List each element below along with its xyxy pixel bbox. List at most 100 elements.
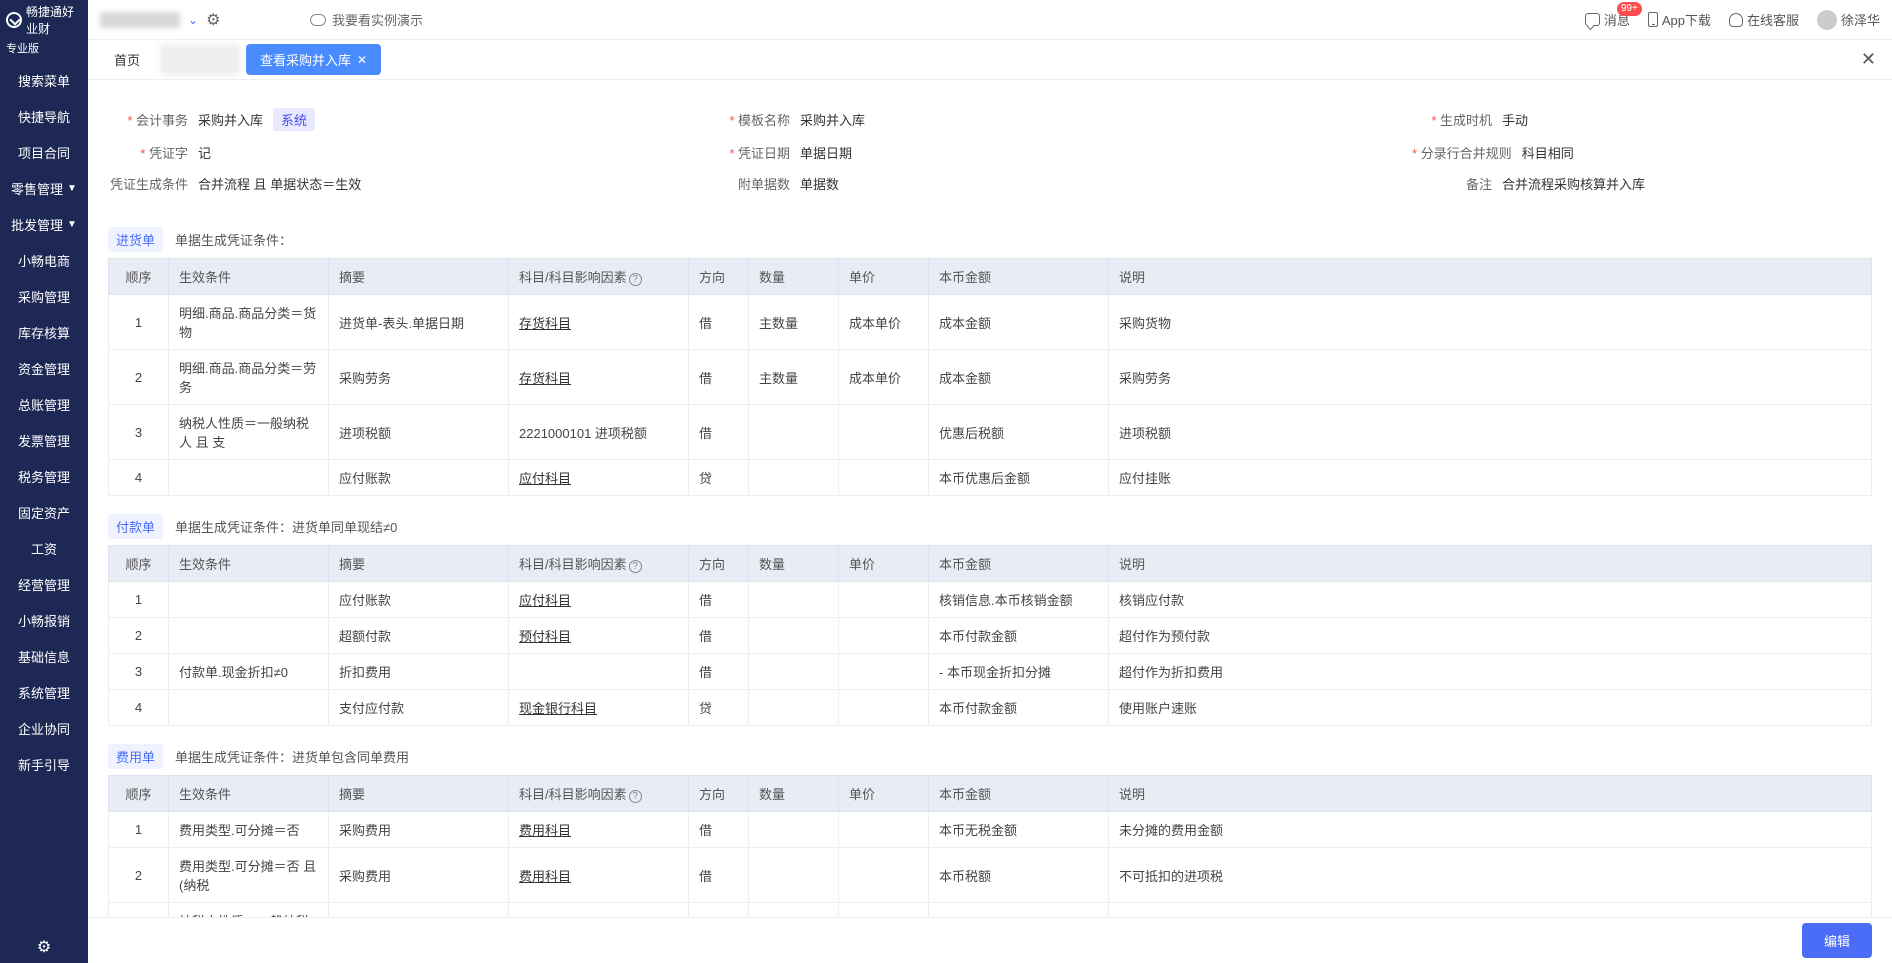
th-qty: 数量 [749, 259, 839, 295]
cell-cond: 明细.商品.商品分类＝劳务 [169, 350, 329, 405]
subject-link[interactable]: 应付科目 [519, 593, 571, 608]
nav-item-4[interactable]: 批发管理▼ [0, 206, 88, 242]
org-switcher[interactable]: ⌄ ⚙ [100, 10, 300, 30]
cell-seq: 3 [109, 654, 169, 690]
nav-item-15[interactable]: 小畅报销 [0, 602, 88, 638]
cell-direction: 借 [689, 405, 749, 460]
nav-item-7[interactable]: 库存核算 [0, 314, 88, 350]
cell-amount: 成本金额 [929, 350, 1109, 405]
user-menu[interactable]: 徐泽华 [1817, 10, 1880, 30]
cell-price [839, 690, 929, 726]
nav-item-19[interactable]: 新手引导 [0, 746, 88, 782]
cell-cond: 纳税人性质＝一般纳税人 且 支 [169, 405, 329, 460]
label-merge-rule: 分录行合并规则 [1412, 143, 1512, 162]
subject-link[interactable]: 存货科目 [519, 316, 571, 331]
close-all-tabs-icon[interactable]: ✕ [1857, 45, 1880, 74]
th-subject: 科目/科目影响因素? [509, 259, 689, 295]
caret-icon: ▼ [67, 219, 77, 230]
subject-link[interactable]: 费用科目 [519, 823, 571, 838]
nav-item-18[interactable]: 企业协同 [0, 710, 88, 746]
nav-item-1[interactable]: 快捷导航 [0, 98, 88, 134]
th-seq: 顺序 [109, 259, 169, 295]
nav-item-2[interactable]: 项目合同 [0, 134, 88, 170]
table-row: 4 应付账款 应付科目 贷 本币优惠后金额 应付挂账 [109, 460, 1872, 496]
cell-subject: 预付科目 [509, 618, 689, 654]
th-qty: 数量 [749, 546, 839, 582]
section-name: 进货单 [108, 227, 163, 252]
subject-link[interactable]: 费用科目 [519, 869, 571, 884]
cell-qty [749, 460, 839, 496]
th-amount: 本币金额 [929, 776, 1109, 812]
nav-item-11[interactable]: 税务管理 [0, 458, 88, 494]
cell-qty: 主数量 [749, 295, 839, 350]
messages-button[interactable]: 消息 99+ [1585, 10, 1630, 29]
cell-subject: 费用科目 [509, 848, 689, 903]
online-service-button[interactable]: 在线客服 [1729, 10, 1799, 29]
cell-seq: 4 [109, 690, 169, 726]
cell-amount: 本币无税金额 [929, 812, 1109, 848]
cell-desc: 核销应付款 [1109, 582, 1872, 618]
section-name: 费用单 [108, 744, 163, 769]
nav-item-12[interactable]: 固定资产 [0, 494, 88, 530]
content: 会计事务 采购并入库 系统 模板名称 采购并入库 生成时机 手动 [88, 80, 1892, 963]
cell-desc: 应付挂账 [1109, 460, 1872, 496]
th-summary: 摘要 [329, 546, 509, 582]
section-condition: 单据生成凭证条件：进货单同单现结≠0 [175, 517, 397, 536]
cell-summary: 支付应付款 [329, 690, 509, 726]
cell-amount: 本币税额 [929, 848, 1109, 903]
demo-link[interactable]: 我要看实例演示 [310, 10, 423, 29]
info-icon[interactable]: ? [629, 560, 642, 573]
subject-link[interactable]: 预付科目 [519, 629, 571, 644]
th-cond: 生效条件 [169, 546, 329, 582]
edit-button[interactable]: 编辑 [1802, 923, 1872, 958]
nav-item-10[interactable]: 发票管理 [0, 422, 88, 458]
nav-item-16[interactable]: 基础信息 [0, 638, 88, 674]
cell-direction: 借 [689, 618, 749, 654]
val-voucher-date: 单据日期 [800, 143, 852, 162]
cell-price [839, 654, 929, 690]
cell-subject [509, 654, 689, 690]
nav-item-8[interactable]: 资金管理 [0, 350, 88, 386]
cell-amount: 本币付款金额 [929, 690, 1109, 726]
table-row: 2 超额付款 预付科目 借 本币付款金额 超付作为预付款 [109, 618, 1872, 654]
subject-link[interactable]: 现金银行科目 [519, 701, 597, 716]
th-price: 单价 [839, 546, 929, 582]
tab-close-icon[interactable]: ✕ [357, 53, 367, 67]
table-row: 1 应付账款 应付科目 借 核销信息.本币核销金额 核销应付款 [109, 582, 1872, 618]
section-name: 付款单 [108, 514, 163, 539]
app-download-button[interactable]: App下载 [1648, 10, 1711, 29]
sidebar: 畅捷通好业财 专业版 搜索菜单快捷导航项目合同零售管理▼批发管理▼小畅电商采购管… [0, 0, 88, 963]
tab-blurred[interactable] [160, 44, 240, 75]
label-gen-condition: 凭证生成条件 [108, 174, 188, 193]
cell-amount: 本币付款金额 [929, 618, 1109, 654]
nav-item-3[interactable]: 零售管理▼ [0, 170, 88, 206]
val-merge-rule: 科目相同 [1522, 143, 1574, 162]
tab-active[interactable]: 查看采购并入库 ✕ [246, 44, 381, 75]
tab-home[interactable]: 首页 [100, 44, 154, 75]
nav-item-6[interactable]: 采购管理 [0, 278, 88, 314]
nav-item-14[interactable]: 经营管理 [0, 566, 88, 602]
subject-link[interactable]: 存货科目 [519, 371, 571, 386]
org-settings-icon[interactable]: ⚙ [206, 10, 220, 30]
cell-qty [749, 405, 839, 460]
th-amount: 本币金额 [929, 546, 1109, 582]
cell-amount: - 本币现金折扣分摊 [929, 654, 1109, 690]
cell-desc: 进项税额 [1109, 405, 1872, 460]
cell-cond: 费用类型.可分摊＝否 [169, 812, 329, 848]
nav-item-13[interactable]: 工资 [0, 530, 88, 566]
cell-direction: 贷 [689, 690, 749, 726]
cell-subject: 存货科目 [509, 350, 689, 405]
settings-gear-icon[interactable]: ⚙ [0, 931, 88, 963]
info-icon[interactable]: ? [629, 790, 642, 803]
label-gen-timing: 生成时机 [1412, 110, 1492, 129]
nav-item-5[interactable]: 小畅电商 [0, 242, 88, 278]
nav-item-9[interactable]: 总账管理 [0, 386, 88, 422]
chevron-down-icon[interactable]: ⌄ [188, 13, 198, 27]
nav-item-17[interactable]: 系统管理 [0, 674, 88, 710]
subject-link[interactable]: 应付科目 [519, 471, 571, 486]
val-gen-condition: 合并流程 且 单据状态＝生效 [198, 174, 361, 193]
info-icon[interactable]: ? [629, 273, 642, 286]
nav-item-0[interactable]: 搜索菜单 [0, 62, 88, 98]
cell-amount: 成本金额 [929, 295, 1109, 350]
cell-seq: 2 [109, 618, 169, 654]
